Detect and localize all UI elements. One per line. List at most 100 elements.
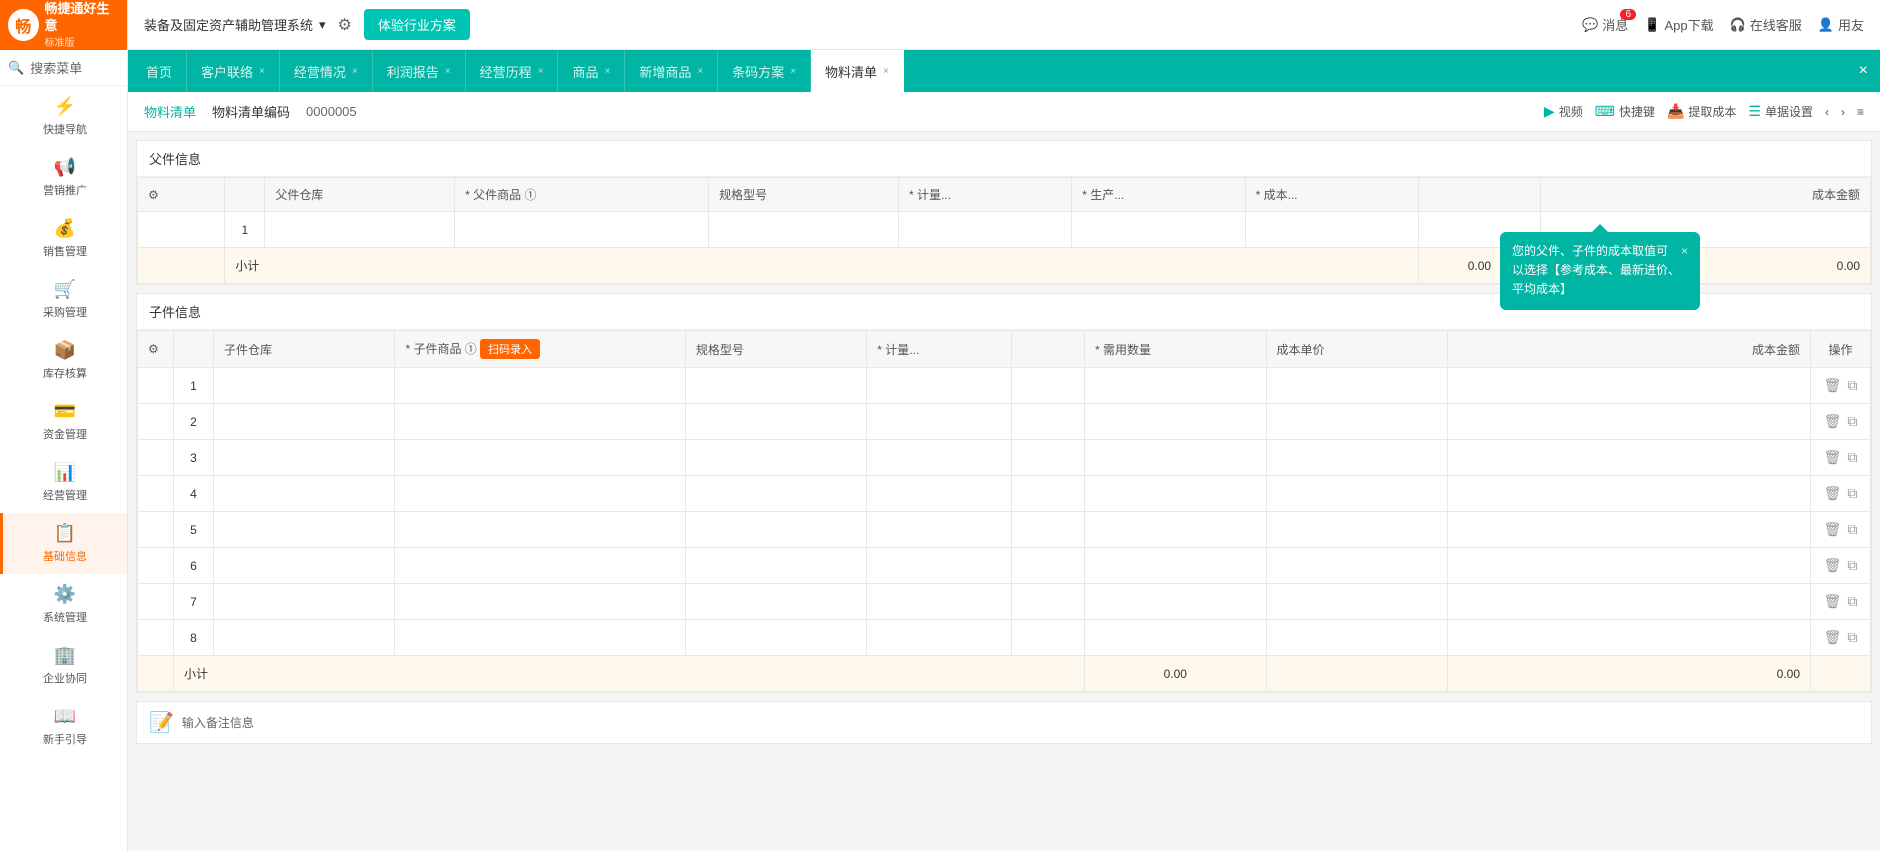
child-row-qty[interactable] [1085, 584, 1266, 620]
settings-icon[interactable]: ⚙ [338, 15, 352, 35]
tab-home[interactable]: 首页 [132, 50, 187, 92]
child-row-unit[interactable] [867, 440, 1012, 476]
copy-icon[interactable]: ⧉ [1847, 449, 1857, 466]
child-row-unit[interactable] [867, 512, 1012, 548]
parent-row1-goods[interactable] [455, 212, 709, 248]
delete-icon[interactable]: 🗑 [1824, 521, 1842, 538]
tab-history[interactable]: 经营历程 × [466, 50, 559, 92]
delete-icon[interactable]: 🗑 [1824, 629, 1842, 646]
child-row-spec[interactable] [685, 512, 866, 548]
tooltip-close-button[interactable]: × [1681, 242, 1688, 261]
child-row-unit-cost[interactable] [1266, 512, 1447, 548]
online-service-button[interactable]: 🎧 在线客服 [1730, 15, 1802, 34]
scan-button[interactable]: 扫码录入 [480, 339, 540, 359]
sidebar-item-basic-info[interactable]: 📋 基础信息 [0, 513, 127, 574]
sidebar-item-purchase[interactable]: 🛒 采购管理 [0, 269, 127, 330]
child-row-qty[interactable] [1085, 368, 1266, 404]
tab-goods-close[interactable]: × [604, 66, 610, 77]
tab-new-goods-close[interactable]: × [697, 66, 703, 77]
child-row-spec[interactable] [685, 404, 866, 440]
copy-icon[interactable]: ⧉ [1847, 629, 1857, 646]
parent-row1-warehouse[interactable] [265, 212, 455, 248]
child-row-spec[interactable] [685, 440, 866, 476]
child-row-goods[interactable] [395, 620, 685, 656]
child-row-qty[interactable] [1085, 404, 1266, 440]
child-row-unit-cost[interactable] [1266, 548, 1447, 584]
child-row-unit[interactable] [867, 404, 1012, 440]
tab-bom[interactable]: 物料清单 × [811, 50, 904, 92]
child-row-warehouse[interactable] [214, 512, 395, 548]
child-col-settings[interactable]: ⚙ [138, 331, 174, 368]
copy-icon[interactable]: ⧉ [1847, 593, 1857, 610]
child-row-unit-cost[interactable] [1266, 476, 1447, 512]
tab-profit[interactable]: 利润报告 × [373, 50, 466, 92]
tab-profit-close[interactable]: × [445, 66, 451, 77]
child-row-spec[interactable] [685, 368, 866, 404]
child-row-unit[interactable] [867, 620, 1012, 656]
tab-barcode[interactable]: 条码方案 × [718, 50, 811, 92]
tab-goods[interactable]: 商品 × [558, 50, 625, 92]
tab-barcode-close[interactable]: × [790, 66, 796, 77]
parent-row1-production[interactable] [1072, 212, 1245, 248]
child-row-spec[interactable] [685, 584, 866, 620]
delete-icon[interactable]: 🗑 [1824, 593, 1842, 610]
parent-row1-unit[interactable] [898, 212, 1071, 248]
child-row-qty[interactable] [1085, 440, 1266, 476]
view-action[interactable]: ▶ 视频 [1544, 103, 1583, 120]
sidebar-item-quick-nav[interactable]: ⚡ 快捷导航 [0, 86, 127, 147]
delete-icon[interactable]: 🗑 [1824, 449, 1842, 466]
child-row-spec[interactable] [685, 548, 866, 584]
delete-icon[interactable]: 🗑 [1824, 485, 1842, 502]
breadcrumb-home[interactable]: 物料清单 [144, 102, 196, 121]
copy-icon[interactable]: ⧉ [1847, 413, 1857, 430]
tab-customer-close[interactable]: × [259, 66, 265, 77]
child-row-goods[interactable] [395, 476, 685, 512]
child-row-qty[interactable] [1085, 620, 1266, 656]
child-row-goods[interactable] [395, 584, 685, 620]
child-row-unit[interactable] [867, 584, 1012, 620]
child-row-warehouse[interactable] [214, 476, 395, 512]
child-row-qty[interactable] [1085, 512, 1266, 548]
child-row-warehouse[interactable] [214, 440, 395, 476]
child-row-goods[interactable] [395, 440, 685, 476]
tab-customer[interactable]: 客户联络 × [187, 50, 280, 92]
sidebar-search[interactable]: 🔍 搜索菜单 [0, 50, 127, 86]
child-row-unit-cost[interactable] [1266, 404, 1447, 440]
child-row-goods[interactable] [395, 368, 685, 404]
system-selector[interactable]: 装备及固定资产辅助管理系统 ▾ [144, 15, 326, 34]
sidebar-item-guide[interactable]: 📖 新手引导 [0, 696, 127, 757]
child-row-warehouse[interactable] [214, 620, 395, 656]
delete-icon[interactable]: 🗑 [1824, 377, 1842, 394]
copy-icon[interactable]: ⧉ [1847, 485, 1857, 502]
trial-button[interactable]: 体验行业方案 [364, 9, 470, 40]
parent-row1-cost[interactable] [1245, 212, 1418, 248]
copy-icon[interactable]: ⧉ [1847, 377, 1857, 394]
copy-icon[interactable]: ⧉ [1847, 521, 1857, 538]
app-download-button[interactable]: 📱 App下载 [1644, 15, 1713, 34]
nav-next[interactable]: › [1841, 105, 1845, 119]
sidebar-item-marketing[interactable]: 📢 营销推广 [0, 147, 127, 208]
tab-operations[interactable]: 经营情况 × [280, 50, 373, 92]
sidebar-item-system[interactable]: ⚙️ 系统管理 [0, 574, 127, 635]
child-row-unit[interactable] [867, 548, 1012, 584]
sidebar-item-sales[interactable]: 💰 销售管理 [0, 208, 127, 269]
shortcut-action[interactable]: ⌨ 快捷键 [1595, 103, 1655, 120]
child-row-unit[interactable] [867, 368, 1012, 404]
tab-history-close[interactable]: × [538, 66, 544, 77]
child-row-spec[interactable] [685, 476, 866, 512]
child-row-warehouse[interactable] [214, 404, 395, 440]
tab-operations-close[interactable]: × [352, 66, 358, 77]
extract-cost-action[interactable]: 📥 提取成本 [1667, 103, 1736, 120]
sidebar-item-finance[interactable]: 💳 资金管理 [0, 391, 127, 452]
child-row-warehouse[interactable] [214, 368, 395, 404]
child-row-qty[interactable] [1085, 476, 1266, 512]
tab-bom-close[interactable]: × [883, 66, 889, 77]
child-row-qty[interactable] [1085, 548, 1266, 584]
child-row-goods[interactable] [395, 404, 685, 440]
child-row-unit-cost[interactable] [1266, 368, 1447, 404]
parent-row1-spec[interactable] [709, 212, 899, 248]
single-settings-action[interactable]: ☰ 单据设置 [1748, 103, 1813, 120]
child-row-goods[interactable] [395, 548, 685, 584]
sidebar-item-operations[interactable]: 📊 经营管理 [0, 452, 127, 513]
tabbar-close-all[interactable]: × [1847, 62, 1880, 80]
